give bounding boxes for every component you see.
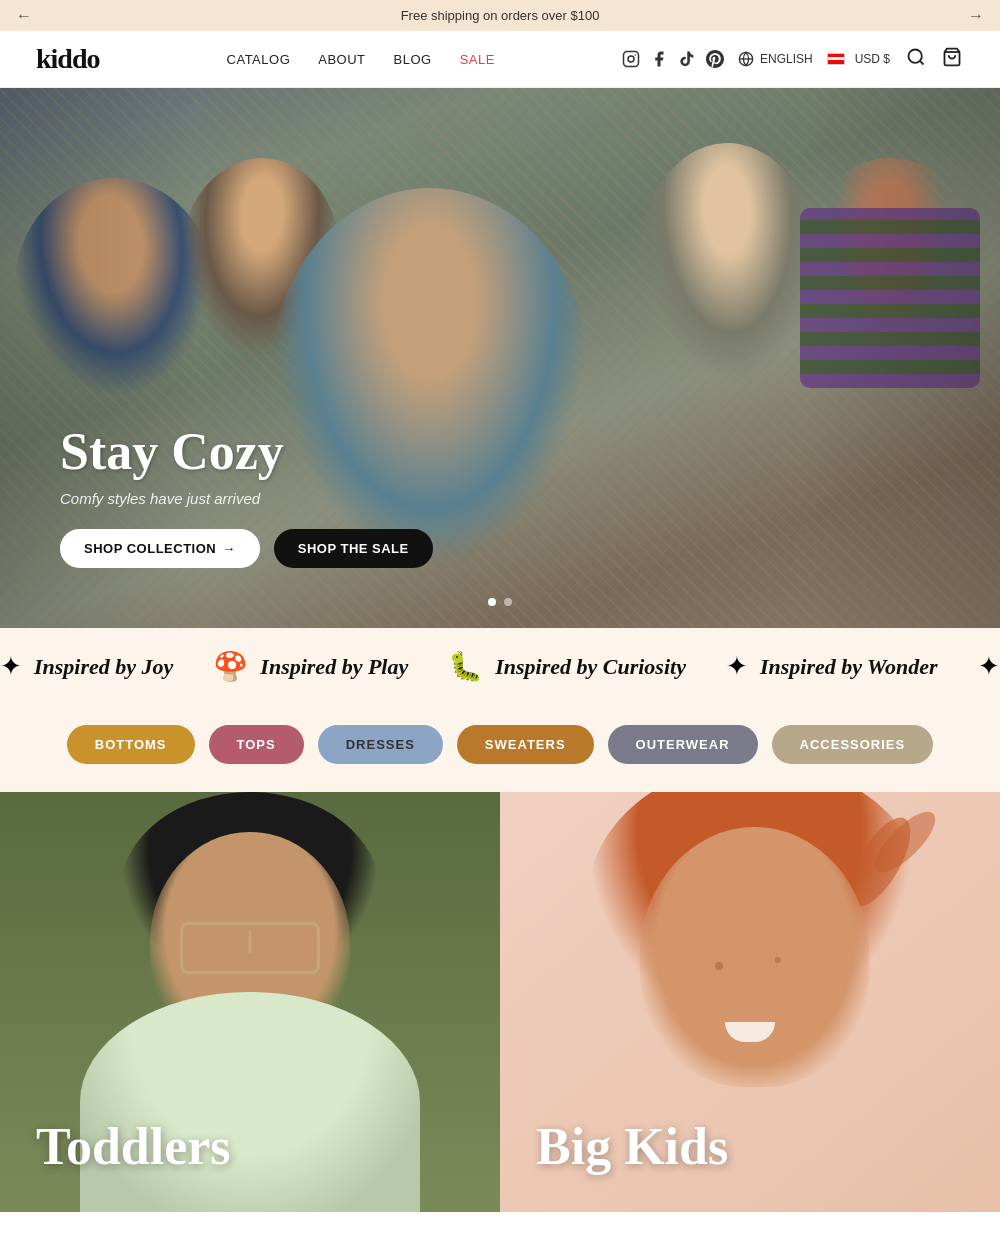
social-icons bbox=[622, 50, 724, 68]
inspired-item-wonder: ✦ Inspired by Wonder bbox=[726, 651, 938, 682]
main-nav: CATALOG ABOUT BLOG SALE bbox=[227, 52, 495, 67]
inspired-play-text: Inspired by Play bbox=[260, 654, 408, 680]
nav-about[interactable]: ABOUT bbox=[318, 52, 365, 67]
accessories-pill[interactable]: ACCESSORIES bbox=[772, 725, 934, 764]
instagram-icon[interactable] bbox=[622, 50, 640, 68]
announcement-text: Free shipping on orders over $100 bbox=[401, 8, 600, 23]
inspired-curiosity-text: Inspired by Curiosity bbox=[495, 654, 686, 680]
svg-rect-0 bbox=[623, 52, 638, 67]
currency-label: USD $ bbox=[855, 52, 890, 66]
currency-selector[interactable]: USD $ bbox=[827, 52, 890, 66]
announcement-next[interactable]: → bbox=[968, 7, 984, 25]
big-kids-label: Big Kids bbox=[536, 1117, 728, 1176]
nav-sale[interactable]: SALE bbox=[460, 52, 495, 67]
inspired-band: ✦ Inspired by Joy 🍄 Inspired by Play 🐛 I… bbox=[0, 628, 1000, 705]
svg-point-1 bbox=[628, 56, 634, 62]
inspired-item-joy-2: ✦ Inspired by Joy bbox=[978, 651, 1000, 682]
sun-icon-2: ✦ bbox=[978, 651, 1000, 682]
toddlers-label: Toddlers bbox=[36, 1117, 231, 1176]
shop-collection-button[interactable]: SHOP COLLECTION → bbox=[60, 529, 260, 568]
bottom-section: Toddlers Big Kids bbox=[0, 792, 1000, 1212]
arrow-right-icon: → bbox=[222, 541, 236, 556]
svg-point-2 bbox=[634, 54, 636, 56]
hero-content: Stay Cozy Comfy styles have just arrived… bbox=[60, 423, 433, 568]
bottoms-pill[interactable]: BOTTOMS bbox=[67, 725, 195, 764]
hero-subtitle: Comfy styles have just arrived bbox=[60, 490, 433, 507]
dresses-pill[interactable]: DRESSES bbox=[318, 725, 443, 764]
svg-line-6 bbox=[920, 60, 924, 64]
bug-icon: 🐛 bbox=[448, 650, 483, 683]
inspired-track: ✦ Inspired by Joy 🍄 Inspired by Play 🐛 I… bbox=[0, 650, 1000, 683]
tiktok-icon[interactable] bbox=[678, 50, 696, 68]
sun-icon: ✦ bbox=[0, 651, 22, 682]
nav-blog[interactable]: BLOG bbox=[394, 52, 432, 67]
hero-section: Stay Cozy Comfy styles have just arrived… bbox=[0, 88, 1000, 628]
header-right: ENGLISH USD $ bbox=[622, 45, 964, 74]
announcement-bar: ← Free shipping on orders over $100 → bbox=[0, 0, 1000, 31]
cart-button[interactable] bbox=[940, 45, 964, 74]
language-selector[interactable]: ENGLISH bbox=[738, 51, 813, 67]
inspired-item-joy: ✦ Inspired by Joy bbox=[0, 651, 173, 682]
hero-buttons: SHOP COLLECTION → SHOP THE SALE bbox=[60, 529, 433, 568]
svg-point-5 bbox=[909, 49, 922, 62]
inspired-wonder-text: Inspired by Wonder bbox=[760, 654, 938, 680]
inspired-joy-text: Inspired by Joy bbox=[34, 654, 173, 680]
announcement-prev[interactable]: ← bbox=[16, 7, 32, 25]
pinterest-icon[interactable] bbox=[706, 50, 724, 68]
nav-catalog[interactable]: CATALOG bbox=[227, 52, 291, 67]
sweaters-pill[interactable]: SWEATERS bbox=[457, 725, 594, 764]
header: kiddo CATALOG ABOUT BLOG SALE ENGLISH bbox=[0, 31, 1000, 88]
search-button[interactable] bbox=[904, 45, 928, 74]
toddlers-card[interactable]: Toddlers bbox=[0, 792, 500, 1212]
language-label: ENGLISH bbox=[760, 52, 813, 66]
outerwear-pill[interactable]: OUTERWEAR bbox=[608, 725, 758, 764]
tops-pill[interactable]: TOPS bbox=[209, 725, 304, 764]
dot-1[interactable] bbox=[488, 598, 496, 606]
star-icon: ✦ bbox=[726, 651, 748, 682]
facebook-icon[interactable] bbox=[650, 50, 668, 68]
mushroom-icon: 🍄 bbox=[213, 650, 248, 683]
dot-2[interactable] bbox=[504, 598, 512, 606]
shop-sale-button[interactable]: SHOP THE SALE bbox=[274, 529, 433, 568]
big-kids-card[interactable]: Big Kids bbox=[500, 792, 1000, 1212]
inspired-item-curiosity: 🐛 Inspired by Curiosity bbox=[448, 650, 686, 683]
header-icons bbox=[904, 45, 964, 74]
logo[interactable]: kiddo bbox=[36, 43, 100, 75]
inspired-item-play: 🍄 Inspired by Play bbox=[213, 650, 408, 683]
hero-title: Stay Cozy bbox=[60, 423, 433, 480]
category-section: BOTTOMS TOPS DRESSES SWEATERS OUTERWEAR … bbox=[0, 705, 1000, 792]
hero-dots bbox=[488, 598, 512, 606]
